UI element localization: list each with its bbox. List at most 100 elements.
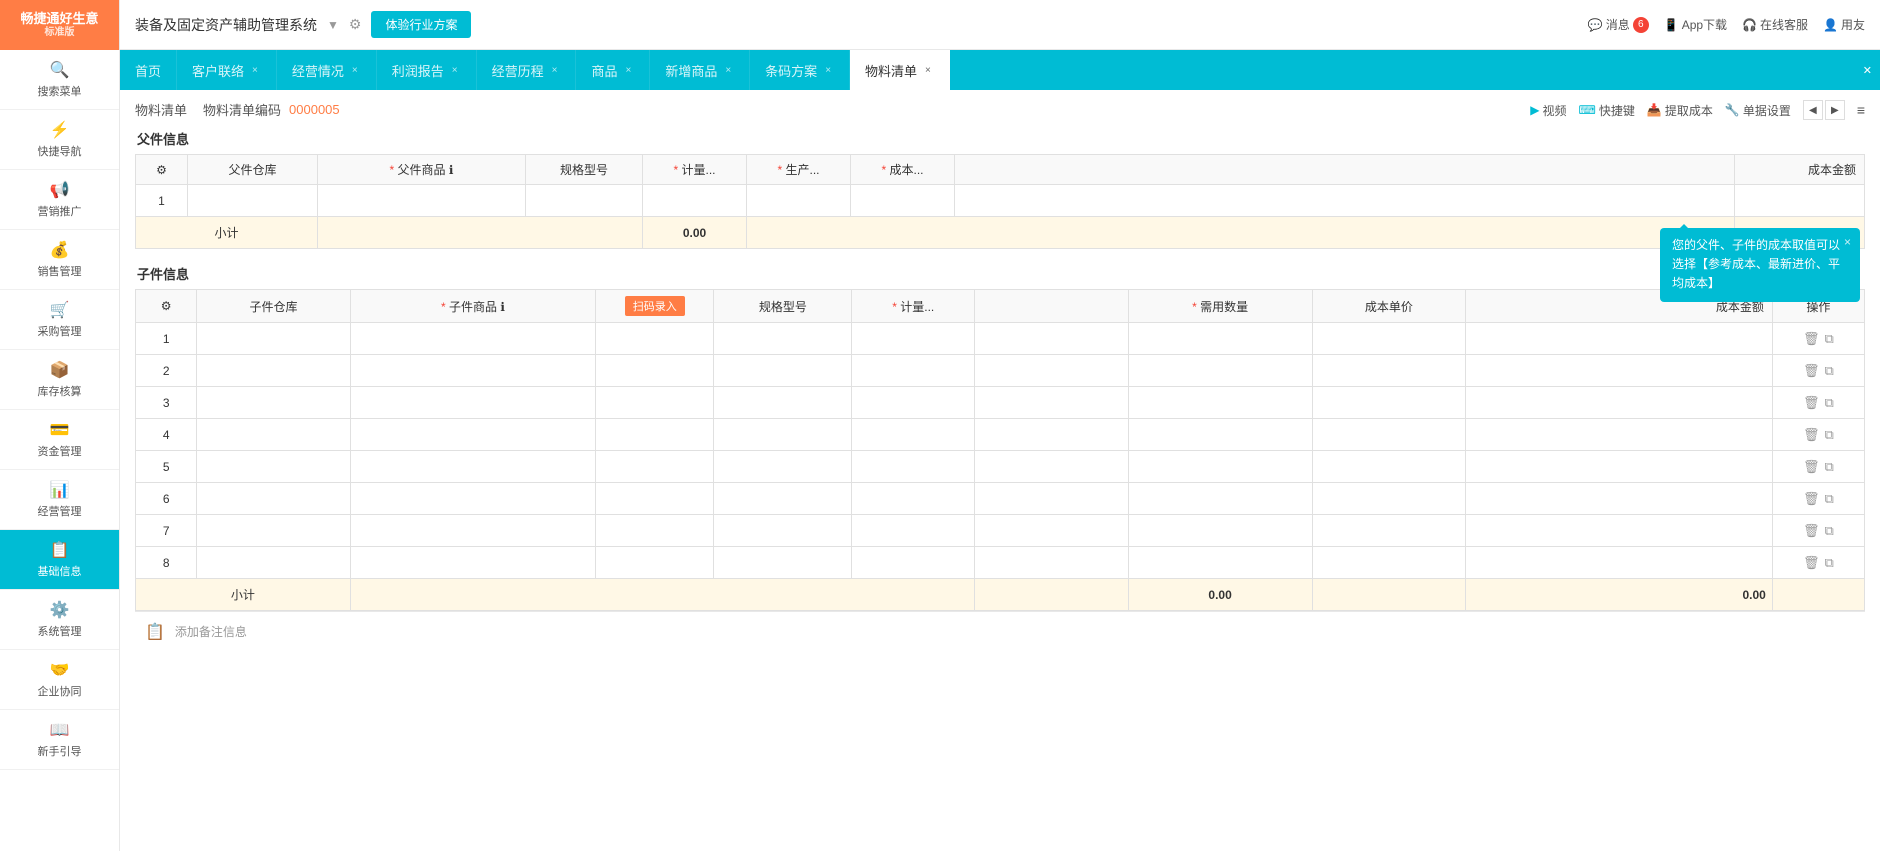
delete-icon-row-1[interactable]: 🗑 xyxy=(1803,331,1820,347)
child-row-3-unit-price[interactable] xyxy=(1312,387,1465,419)
child-row-6-product[interactable] xyxy=(350,483,595,515)
child-row-7-qty[interactable] xyxy=(1128,515,1312,547)
delete-icon-row-6[interactable]: 🗑 xyxy=(1803,491,1820,507)
tab-barcode-close[interactable]: × xyxy=(822,64,834,77)
child-row-4-warehouse[interactable] xyxy=(197,419,350,451)
parent-row-1-product[interactable] xyxy=(318,185,526,217)
child-row-7-unit[interactable] xyxy=(852,515,975,547)
child-row-7-warehouse[interactable] xyxy=(197,515,350,547)
child-row-8-unit-price[interactable] xyxy=(1312,547,1465,579)
child-row-5-spec[interactable] xyxy=(714,451,852,483)
child-row-4-product[interactable] xyxy=(350,419,595,451)
sidebar-item-system[interactable]: ⚙️ 系统管理 xyxy=(0,590,119,650)
nav-next-btn[interactable]: ▶ xyxy=(1825,100,1845,120)
child-row-8-spec[interactable] xyxy=(714,547,852,579)
tab-biz-status[interactable]: 经营情况 × xyxy=(277,50,377,90)
copy-icon-row-8[interactable]: ⧉ xyxy=(1825,555,1834,571)
child-row-5-product[interactable] xyxy=(350,451,595,483)
delete-icon-row-5[interactable]: 🗑 xyxy=(1803,459,1820,475)
online-service-btn[interactable]: 🎧 在线客服 xyxy=(1742,16,1808,33)
sidebar-item-finance[interactable]: 💳 资金管理 xyxy=(0,410,119,470)
copy-icon-row-1[interactable]: ⧉ xyxy=(1825,331,1834,347)
shortcut-btn[interactable]: ⌨ 快捷键 xyxy=(1579,102,1635,119)
extract-cost-btn[interactable]: 📥 提取成本 xyxy=(1647,102,1713,119)
parent-row-1-unit[interactable] xyxy=(643,185,747,217)
tooltip-close-btn[interactable]: × xyxy=(1841,232,1854,253)
nav-prev-btn[interactable]: ◀ xyxy=(1803,100,1823,120)
child-col-settings[interactable]: ⚙ xyxy=(136,290,197,323)
child-row-1-qty[interactable] xyxy=(1128,323,1312,355)
sidebar-item-guide[interactable]: 📖 新手引导 xyxy=(0,710,119,770)
parent-row-1-produce[interactable] xyxy=(747,185,851,217)
child-row-5-warehouse[interactable] xyxy=(197,451,350,483)
child-row-7-unit-price[interactable] xyxy=(1312,515,1465,547)
parent-col-settings[interactable]: ⚙ xyxy=(136,155,188,185)
copy-icon-row-4[interactable]: ⧉ xyxy=(1825,427,1834,443)
tab-profit-close[interactable]: × xyxy=(449,64,461,77)
app-download-btn[interactable]: 📱 App下载 xyxy=(1664,16,1727,33)
sidebar-item-inventory[interactable]: 📦 库存核算 xyxy=(0,350,119,410)
tab-biz-history[interactable]: 经营历程 × xyxy=(477,50,577,90)
child-row-2-product[interactable] xyxy=(350,355,595,387)
settings-gear-icon[interactable]: ⚙ xyxy=(349,16,362,33)
tab-new-goods[interactable]: 新增商品 × xyxy=(650,50,750,90)
parent-row-1-warehouse[interactable] xyxy=(188,185,318,217)
child-row-6-spec[interactable] xyxy=(714,483,852,515)
child-row-3-spec[interactable] xyxy=(714,387,852,419)
sidebar-item-ops[interactable]: 📊 经营管理 xyxy=(0,470,119,530)
tab-biz-status-close[interactable]: × xyxy=(349,64,361,77)
delete-icon-row-7[interactable]: 🗑 xyxy=(1803,523,1820,539)
user-btn[interactable]: 👤 用友 xyxy=(1823,16,1865,33)
parent-row-1-spec[interactable] xyxy=(526,185,643,217)
child-row-4-spec[interactable] xyxy=(714,419,852,451)
tab-biz-history-close[interactable]: × xyxy=(549,64,561,77)
child-row-5-qty[interactable] xyxy=(1128,451,1312,483)
tab-customer[interactable]: 客户联络 × xyxy=(177,50,277,90)
copy-icon-row-5[interactable]: ⧉ xyxy=(1825,459,1834,475)
sidebar-item-marketing[interactable]: 📢 营销推广 xyxy=(0,170,119,230)
child-row-4-unit-price[interactable] xyxy=(1312,419,1465,451)
child-row-2-warehouse[interactable] xyxy=(197,355,350,387)
copy-icon-row-6[interactable]: ⧉ xyxy=(1825,491,1834,507)
child-row-1-spec[interactable] xyxy=(714,323,852,355)
copy-icon-row-2[interactable]: ⧉ xyxy=(1825,363,1834,379)
copy-icon-row-7[interactable]: ⧉ xyxy=(1825,523,1834,539)
delete-icon-row-8[interactable]: 🗑 xyxy=(1803,555,1820,571)
sidebar-item-basic[interactable]: 📋 基础信息 xyxy=(0,530,119,590)
sidebar-item-search[interactable]: 🔍 搜索菜单 xyxy=(0,50,119,110)
message-btn[interactable]: 💬 消息 6 xyxy=(1588,16,1649,33)
child-row-1-product[interactable] xyxy=(350,323,595,355)
sidebar-item-sales[interactable]: 💰 销售管理 xyxy=(0,230,119,290)
child-row-5-unit[interactable] xyxy=(852,451,975,483)
tab-bom-close[interactable]: × xyxy=(922,64,934,77)
copy-icon-row-3[interactable]: ⧉ xyxy=(1825,395,1834,411)
delete-icon-row-3[interactable]: 🗑 xyxy=(1803,395,1820,411)
child-row-3-unit[interactable] xyxy=(852,387,975,419)
child-row-2-spec[interactable] xyxy=(714,355,852,387)
child-row-8-unit[interactable] xyxy=(852,547,975,579)
child-row-4-qty[interactable] xyxy=(1128,419,1312,451)
child-row-2-qty[interactable] xyxy=(1128,355,1312,387)
child-row-2-unit[interactable] xyxy=(852,355,975,387)
child-row-8-qty[interactable] xyxy=(1128,547,1312,579)
child-row-3-qty[interactable] xyxy=(1128,387,1312,419)
tab-profit[interactable]: 利润报告 × xyxy=(377,50,477,90)
child-row-6-warehouse[interactable] xyxy=(197,483,350,515)
tab-goods[interactable]: 商品 × xyxy=(576,50,650,90)
sidebar-item-collab[interactable]: 🤝 企业协同 xyxy=(0,650,119,710)
child-row-6-qty[interactable] xyxy=(1128,483,1312,515)
sidebar-item-purchase[interactable]: 🛒 采购管理 xyxy=(0,290,119,350)
parent-row-1-cost[interactable] xyxy=(851,185,955,217)
child-row-6-unit-price[interactable] xyxy=(1312,483,1465,515)
tab-goods-close[interactable]: × xyxy=(622,64,634,77)
child-row-7-spec[interactable] xyxy=(714,515,852,547)
child-row-6-unit[interactable] xyxy=(852,483,975,515)
trial-btn[interactable]: 体验行业方案 xyxy=(371,11,471,38)
child-row-7-product[interactable] xyxy=(350,515,595,547)
tab-home[interactable]: 首页 xyxy=(120,50,177,90)
child-row-1-unit-price[interactable] xyxy=(1312,323,1465,355)
tab-bom[interactable]: 物料清单 × xyxy=(850,50,950,90)
child-row-4-unit[interactable] xyxy=(852,419,975,451)
tab-new-goods-close[interactable]: × xyxy=(722,64,734,77)
child-row-1-warehouse[interactable] xyxy=(197,323,350,355)
